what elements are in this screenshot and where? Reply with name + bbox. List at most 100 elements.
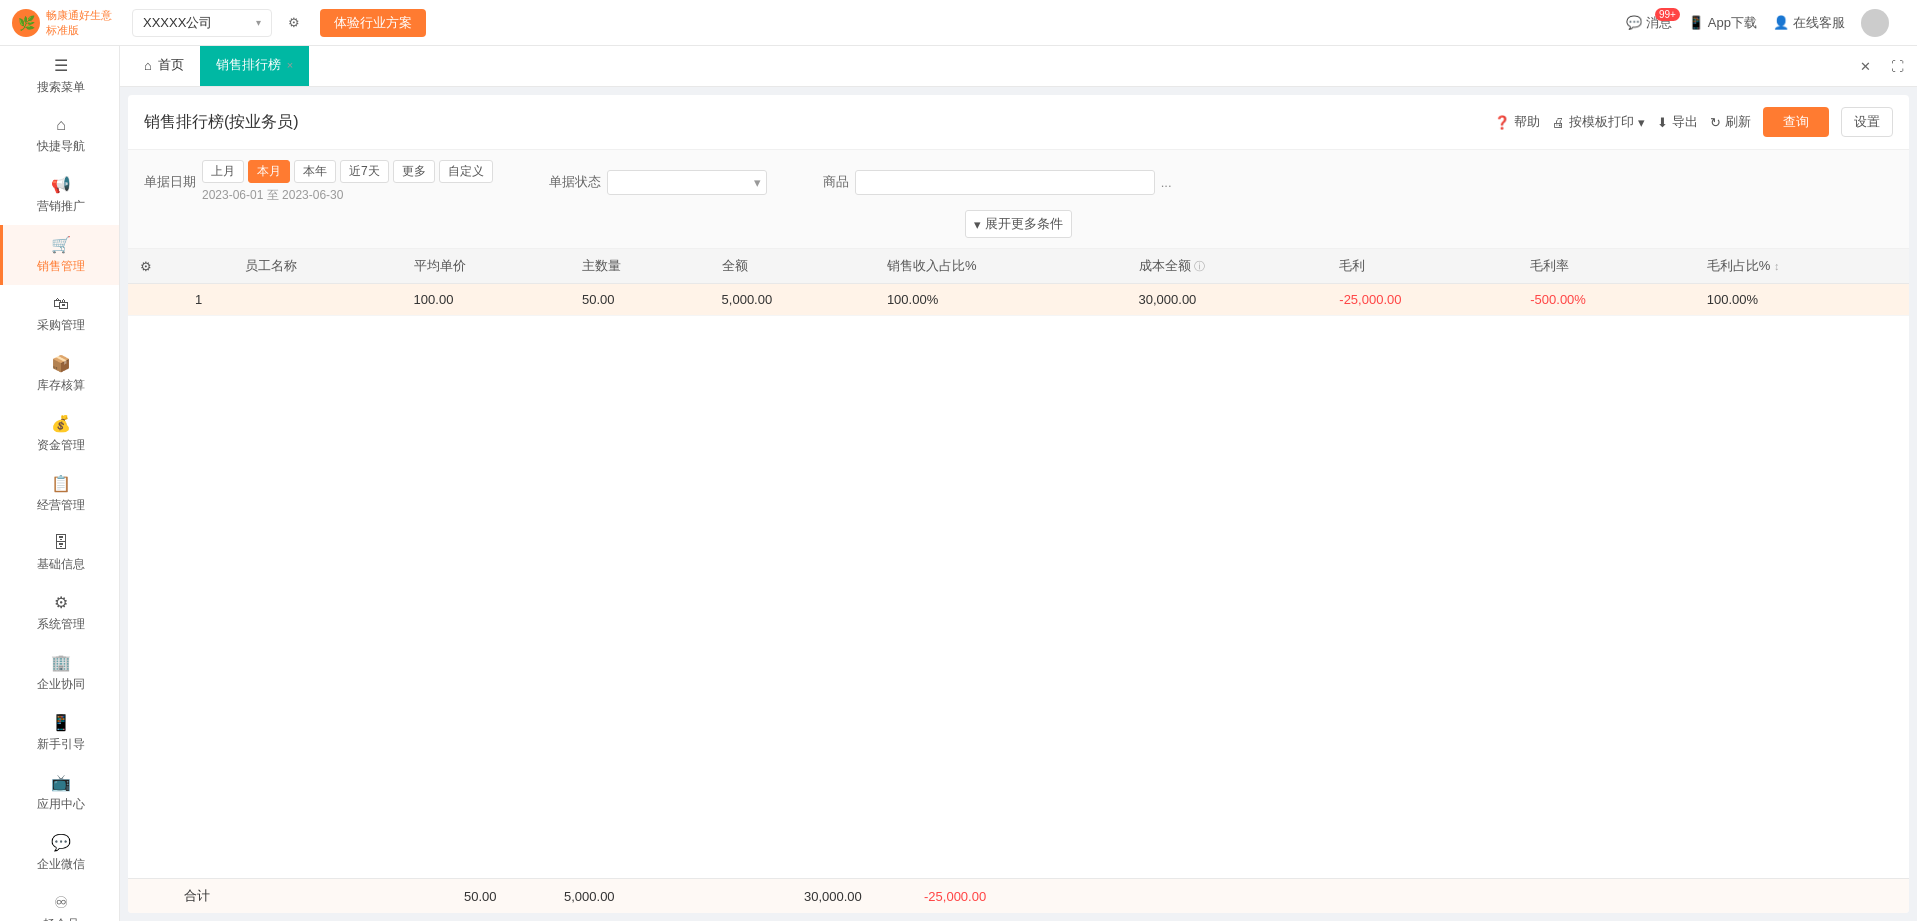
sidebar-item-guide[interactable]: 📱 新手引导 [0, 703, 119, 763]
footer-gross: -25,000.00 [924, 889, 1024, 904]
date-filter: 单据日期 上月 本月 本年 近7天 更多 自定义 20 [144, 160, 493, 204]
message-icon: 💬 [1626, 15, 1642, 30]
tab-home[interactable]: ⌂ 首页 [128, 46, 200, 86]
service-icon: 👤 [1773, 15, 1789, 30]
sidebar-item-inventory[interactable]: 📦 库存核算 [0, 344, 119, 404]
sidebar-icon-basic-info: 🗄 [53, 534, 69, 552]
cell-gross-rate: -500.00% [1518, 284, 1695, 316]
col-settings[interactable]: ⚙ [128, 249, 164, 284]
col-cost: 成本全额 ⓘ [1127, 249, 1328, 284]
tab-minimize-button[interactable]: ✕ [1853, 54, 1877, 78]
date-custom-button[interactable]: 自定义 [439, 160, 493, 183]
date-recent7-button[interactable]: 近7天 [340, 160, 389, 183]
sidebar-item-finance[interactable]: 💰 资金管理 [0, 404, 119, 464]
sidebar-item-basic-info[interactable]: 🗄 基础信息 [0, 524, 119, 583]
cell-amount: 5,000.00 [710, 284, 875, 316]
date-buttons: 上月 本月 本年 近7天 更多 自定义 [202, 160, 493, 183]
online-service-button[interactable]: 👤 在线客服 [1773, 14, 1845, 32]
sidebar-label-quick-nav: 快捷导航 [37, 138, 85, 155]
sidebar-label-guide: 新手引导 [37, 736, 85, 753]
app-download-button[interactable]: 📱 App下载 [1688, 14, 1757, 32]
cell-avg-price: 100.00 [402, 284, 570, 316]
sidebar-item-purchase[interactable]: 🛍 采购管理 [0, 285, 119, 344]
top-right-area: 💬 消息 99+ 📱 App下载 👤 在线客服 [1626, 9, 1905, 37]
date-more-button[interactable]: 更多 [393, 160, 435, 183]
sidebar-icon-inventory: 📦 [51, 354, 71, 373]
tab-sales-ranking[interactable]: 销售排行榜 × [200, 46, 309, 86]
message-button[interactable]: 💬 消息 99+ [1626, 14, 1672, 32]
col-amount: 全额 [710, 249, 875, 284]
main-layout: ☰ 搜索菜单 ⌂ 快捷导航 📢 营销推广 🛒 销售管理 🛍 采购管理 📦 库存核… [0, 46, 1917, 921]
export-icon: ⬇ [1657, 115, 1668, 130]
status-select[interactable] [607, 170, 767, 195]
settings-button[interactable]: 设置 [1841, 107, 1893, 137]
col-name: 员工名称 [233, 249, 401, 284]
logo-icon: 🌿 [12, 9, 40, 37]
template-print-button[interactable]: 🖨 按模板打印 ▾ [1552, 113, 1645, 131]
date-curr-year-button[interactable]: 本年 [294, 160, 336, 183]
col-avg-price: 平均单价 [402, 249, 570, 284]
topbar-settings-button[interactable]: ⚙ [280, 9, 308, 37]
page-content: 销售排行榜(按业务员) ❓ 帮助 🖨 按模板打印 ▾ ⬇ 导出 [128, 95, 1909, 913]
date-curr-month-button[interactable]: 本月 [248, 160, 290, 183]
filter-bar: 单据日期 上月 本月 本年 近7天 更多 自定义 20 [128, 150, 1909, 249]
goods-input[interactable] [855, 170, 1155, 195]
print-icon: 🖨 [1552, 115, 1565, 130]
sidebar-label-vip: 畅会员 [43, 916, 79, 921]
col-gross-pct: 毛利占比% ↕ [1695, 249, 1909, 284]
cell-main-qty: 50.00 [570, 284, 710, 316]
date-prev-month-button[interactable]: 上月 [202, 160, 244, 183]
col-gross: 毛利 [1327, 249, 1518, 284]
avatar[interactable] [1861, 9, 1889, 37]
goods-more-icon[interactable]: ... [1161, 175, 1172, 190]
sidebar-item-business[interactable]: 📋 经营管理 [0, 464, 119, 524]
sidebar-item-sales[interactable]: 🛒 销售管理 [0, 225, 119, 285]
tab-bar: ⌂ 首页 销售排行榜 × ✕ ⛶ [120, 46, 1917, 87]
sidebar-item-search-order[interactable]: ☰ 搜索菜单 [0, 46, 119, 106]
cell-settings [128, 284, 164, 316]
sidebar-label-marketing: 营销推广 [37, 198, 85, 215]
sidebar-item-quick-nav[interactable]: ⌂ 快捷导航 [0, 106, 119, 165]
download-icon: 📱 [1688, 15, 1704, 30]
sales-table: ⚙ 员工名称 平均单价 主数量 全额 销售收入占比% 成本全额 ⓘ 毛利 毛利率… [128, 249, 1909, 316]
sidebar-icon-purchase: 🛍 [53, 295, 69, 313]
sidebar-label-finance: 资金管理 [37, 437, 85, 454]
refresh-button[interactable]: ↻ 刷新 [1710, 113, 1751, 131]
sidebar-item-app-center[interactable]: 📺 应用中心 [0, 763, 119, 823]
sidebar-item-system[interactable]: ⚙ 系统管理 [0, 583, 119, 643]
sidebar-item-enterprise[interactable]: 🏢 企业协同 [0, 643, 119, 703]
cell-sales-pct: 100.00% [875, 284, 1127, 316]
sidebar-label-inventory: 库存核算 [37, 377, 85, 394]
sidebar-label-app-center: 应用中心 [37, 796, 85, 813]
cell-gross-pct: 100.00% [1695, 284, 1909, 316]
table-container: ⚙ 员工名称 平均单价 主数量 全额 销售收入占比% 成本全额 ⓘ 毛利 毛利率… [128, 249, 1909, 878]
tab-close-icon[interactable]: × [287, 59, 293, 71]
sidebar-item-wechat[interactable]: 💬 企业微信 [0, 823, 119, 883]
logo-area: 🌿 畅康通好生意 标准版 [12, 8, 132, 37]
goods-filter-label: 商品 [823, 173, 849, 191]
help-button[interactable]: ❓ 帮助 [1494, 113, 1540, 131]
query-button[interactable]: 查询 [1763, 107, 1829, 137]
sidebar-label-search-order: 搜索菜单 [37, 79, 85, 96]
sidebar-item-vip[interactable]: ♾ 畅会员 [0, 883, 119, 921]
company-selector[interactable]: XXXXX公司 ▾ [132, 9, 272, 37]
tab-expand-button[interactable]: ⛶ [1885, 54, 1909, 78]
date-range-text: 2023-06-01 至 2023-06-30 [202, 187, 493, 204]
sidebar-label-wechat: 企业微信 [37, 856, 85, 873]
table-row: 1 100.00 50.00 5,000.00 100.00% 30,000.0… [128, 284, 1909, 316]
trial-button[interactable]: 体验行业方案 [320, 9, 426, 37]
export-button[interactable]: ⬇ 导出 [1657, 113, 1698, 131]
col-sales-pct: 销售收入占比% [875, 249, 1127, 284]
table-header: ⚙ 员工名称 平均单价 主数量 全额 销售收入占比% 成本全额 ⓘ 毛利 毛利率… [128, 249, 1909, 284]
sidebar-label-system: 系统管理 [37, 616, 85, 633]
footer-total-label: 合计 [184, 887, 244, 905]
expand-filter-row: ▾ 展开更多条件 [144, 210, 1893, 238]
top-bar: 🌿 畅康通好生意 标准版 XXXXX公司 ▾ ⚙ 体验行业方案 💬 消息 99+… [0, 0, 1917, 46]
page-actions: ❓ 帮助 🖨 按模板打印 ▾ ⬇ 导出 ↻ 刷新 [1494, 107, 1893, 137]
expand-icon: ▾ [974, 217, 981, 232]
expand-filter-button[interactable]: ▾ 展开更多条件 [965, 210, 1072, 238]
date-filter-label: 单据日期 [144, 173, 196, 191]
footer-amount: 5,000.00 [564, 889, 674, 904]
sidebar-item-marketing[interactable]: 📢 营销推广 [0, 165, 119, 225]
refresh-icon: ↻ [1710, 115, 1721, 130]
